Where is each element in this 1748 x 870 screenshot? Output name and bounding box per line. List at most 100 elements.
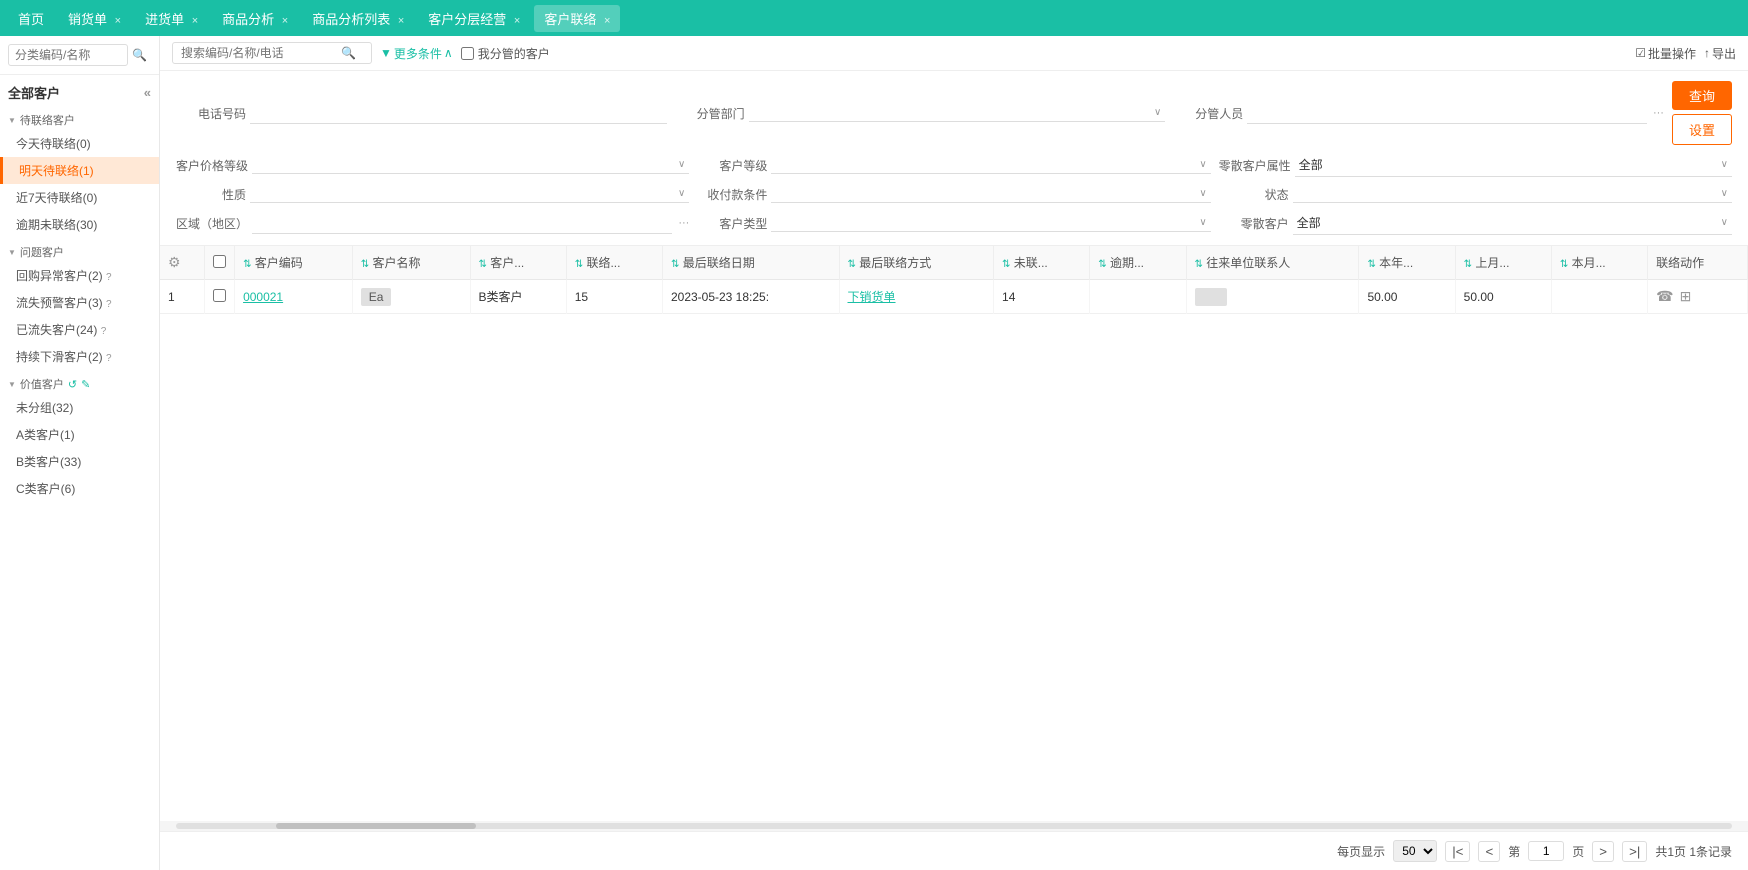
batch-op-btn[interactable]: ☑ 批量操作: [1635, 45, 1696, 62]
next-page-btn[interactable]: >: [1592, 841, 1614, 862]
nav-customer-contact[interactable]: 客户联络 ×: [534, 5, 620, 32]
retail-customer-select[interactable]: 全部 ∨: [1293, 211, 1732, 235]
sidebar-item-declining[interactable]: 持续下滑客户(2) ?: [0, 343, 159, 370]
search-box: 🔍: [172, 42, 372, 64]
sidebar-item-tomorrow-contact[interactable]: 明天待联络(1): [0, 157, 159, 184]
sidebar: 🔍 全部客户 « ▼ 待联络客户 今天待联络(0) 明天待联络(1) 近7天待联…: [0, 36, 160, 870]
phone-input[interactable]: [250, 103, 667, 124]
nav-sales[interactable]: 销货单 ×: [58, 5, 131, 32]
total-records: 共1页 1条记录: [1655, 843, 1732, 860]
more-conditions-btn[interactable]: ▼ 更多条件 ∧: [380, 45, 453, 62]
sidebar-search-icon[interactable]: 🔍: [132, 48, 147, 62]
warning-help-icon: ?: [106, 299, 112, 310]
gender-select[interactable]: ∨: [250, 185, 689, 203]
horizontal-scrollbar: [160, 821, 1748, 831]
status-arrow-icon: ∨: [1721, 188, 1728, 199]
level-arrow-icon: ∨: [1199, 159, 1206, 170]
cell-action: ☎ ⊞: [1648, 280, 1748, 314]
sidebar-item-warning[interactable]: 流失预警客户(3) ?: [0, 289, 159, 316]
cell-last-method: 下销货单: [839, 280, 994, 314]
close-sales-icon[interactable]: ×: [115, 15, 121, 27]
nav-product-analysis[interactable]: 商品分析 ×: [212, 5, 298, 32]
customer-type-select[interactable]: ∨: [771, 214, 1210, 232]
pending-group-label: 待联络客户: [20, 112, 75, 128]
my-customers-checkbox-area: 我分管的客户: [461, 45, 550, 62]
manager-input[interactable]: [1247, 103, 1647, 124]
sidebar-collapse-icon[interactable]: «: [144, 85, 151, 100]
customer-name-masked: Ea: [361, 288, 392, 306]
scrollbar-track: [176, 823, 1732, 829]
dept-select[interactable]: ∨: [749, 104, 1166, 122]
status-select[interactable]: ∨: [1293, 185, 1732, 203]
sidebar-item-a-class[interactable]: A类客户(1): [0, 421, 159, 448]
sidebar-item-ungrouped[interactable]: 未分组(32): [0, 394, 159, 421]
last-page-btn[interactable]: >|: [1622, 841, 1647, 862]
gender-label: 性质: [176, 186, 246, 203]
retail-attr-select[interactable]: 全部 ∨: [1295, 153, 1732, 177]
nav-purchase[interactable]: 进货单 ×: [135, 5, 208, 32]
value-edit-icon[interactable]: ✎: [81, 378, 90, 391]
sidebar-item-today-contact[interactable]: 今天待联络(0): [0, 130, 159, 157]
close-purchase-icon[interactable]: ×: [192, 15, 198, 27]
close-product-analysis-icon[interactable]: ×: [282, 15, 288, 27]
region-field: 区域（地区） ···: [176, 213, 689, 234]
payment-arrow-icon: ∨: [1199, 188, 1206, 199]
sidebar-item-b-class[interactable]: B类客户(33): [0, 448, 159, 475]
col-unit-contact: ⇅ 往来单位联系人: [1186, 246, 1359, 280]
manager-more-icon[interactable]: ···: [1653, 107, 1664, 119]
my-customers-checkbox[interactable]: [461, 47, 474, 60]
value-refresh-icon[interactable]: ↺: [68, 378, 77, 391]
cell-this-month: [1551, 280, 1647, 314]
action-grid-icon[interactable]: ⊞: [1680, 288, 1692, 305]
page-suffix: 页: [1572, 843, 1584, 860]
select-all-checkbox[interactable]: [213, 255, 226, 268]
payment-label: 收付款条件: [697, 186, 767, 203]
customer-level-select[interactable]: ∨: [771, 156, 1210, 174]
col-year-sort-icon: ⇅: [1367, 259, 1375, 270]
region-input[interactable]: [252, 213, 672, 234]
row-checkbox[interactable]: [213, 289, 226, 302]
col-last-method: ⇅ 最后联络方式: [839, 246, 994, 280]
scrollbar-thumb[interactable]: [276, 823, 476, 829]
close-customer-contact-icon[interactable]: ×: [604, 15, 610, 27]
col-name-sort-icon: ⇅: [361, 259, 369, 270]
advanced-filter: 电话号码 分管部门 ∨ 分管人员 ··· 查询 设置: [160, 71, 1748, 246]
page-label: 第: [1508, 843, 1520, 860]
search-button-icon[interactable]: 🔍: [341, 46, 356, 60]
action-phone-icon[interactable]: ☎: [1656, 288, 1673, 305]
gear-icon[interactable]: ⚙: [168, 254, 181, 270]
customer-code-link[interactable]: 000021: [243, 290, 283, 304]
close-product-list-icon[interactable]: ×: [398, 15, 404, 27]
col-count-sort-icon: ⇅: [575, 259, 583, 270]
page-number-input[interactable]: [1528, 841, 1564, 861]
sidebar-item-c-class[interactable]: C类客户(6): [0, 475, 159, 502]
col-un-sort-icon: ⇅: [1002, 259, 1010, 270]
last-method-link[interactable]: 下销货单: [848, 290, 896, 304]
close-customer-layer-icon[interactable]: ×: [514, 15, 520, 27]
export-btn[interactable]: ↑ 导出: [1704, 45, 1736, 62]
sidebar-item-abnormal[interactable]: 回购异常客户(2) ?: [0, 262, 159, 289]
per-page-select[interactable]: 50: [1393, 840, 1437, 862]
customer-price-select[interactable]: ∨: [252, 156, 689, 174]
declining-help-icon: ?: [106, 353, 112, 364]
content-area: 🔍 ▼ 更多条件 ∧ 我分管的客户 ☑ 批量操作 ↑ 导出: [160, 36, 1748, 870]
first-page-btn[interactable]: |<: [1445, 841, 1470, 862]
sidebar-item-overdue-contact[interactable]: 逾期未联络(30): [0, 211, 159, 238]
gender-field: 性质 ∨: [176, 185, 689, 203]
col-last-date: ⇅ 最后联络日期: [662, 246, 839, 280]
search-input[interactable]: [181, 46, 341, 60]
sidebar-item-lost[interactable]: 已流失客户(24) ?: [0, 316, 159, 343]
sidebar-search-input[interactable]: [8, 44, 128, 66]
prev-page-btn[interactable]: <: [1478, 841, 1500, 862]
nav-product-list[interactable]: 商品分析列表 ×: [302, 5, 414, 32]
payment-select[interactable]: ∨: [771, 185, 1210, 203]
lost-help-icon: ?: [101, 326, 107, 337]
sidebar-item-week-contact[interactable]: 近7天待联络(0): [0, 184, 159, 211]
set-button[interactable]: 设置: [1672, 114, 1732, 145]
query-button[interactable]: 查询: [1672, 81, 1732, 110]
retail-attr-label: 零散客户属性: [1219, 157, 1291, 174]
customer-table: ⚙ ⇅ 客户编码 ⇅ 客户名称 ⇅ 客户... ⇅ 联络... ⇅ 最后联络日期…: [160, 246, 1748, 314]
nav-customer-layer[interactable]: 客户分层经营 ×: [418, 5, 530, 32]
nav-home[interactable]: 首页: [8, 5, 54, 32]
region-more-icon[interactable]: ···: [678, 217, 689, 229]
